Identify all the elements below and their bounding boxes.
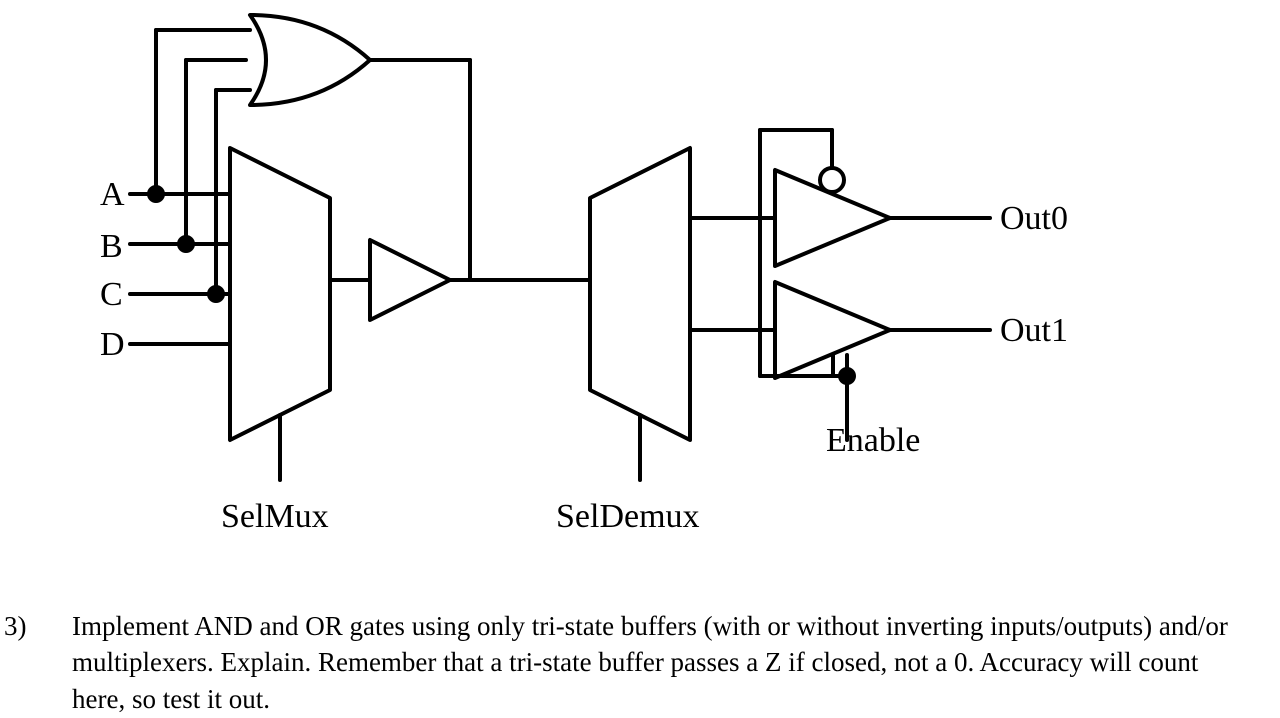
selmux-label: SelMux: [221, 500, 329, 534]
input-label-d: D: [100, 328, 125, 362]
page: { "inputs": {"a":"A","b":"B","c":"C","d"…: [0, 0, 1280, 718]
seldemux-label: SelDemux: [556, 500, 700, 534]
circuit-diagram: [0, 0, 1280, 560]
question-number: 3): [38, 608, 72, 644]
enable-label: Enable: [826, 424, 920, 458]
output-label-out0: Out0: [1000, 202, 1068, 236]
input-label-a: A: [100, 178, 125, 212]
question-block: 3)Implement AND and OR gates using only …: [38, 608, 1240, 717]
input-label-c: C: [100, 278, 123, 312]
question-text: Implement AND and OR gates using only tr…: [72, 611, 1228, 714]
output-label-out1: Out1: [1000, 314, 1068, 348]
input-label-b: B: [100, 230, 123, 264]
